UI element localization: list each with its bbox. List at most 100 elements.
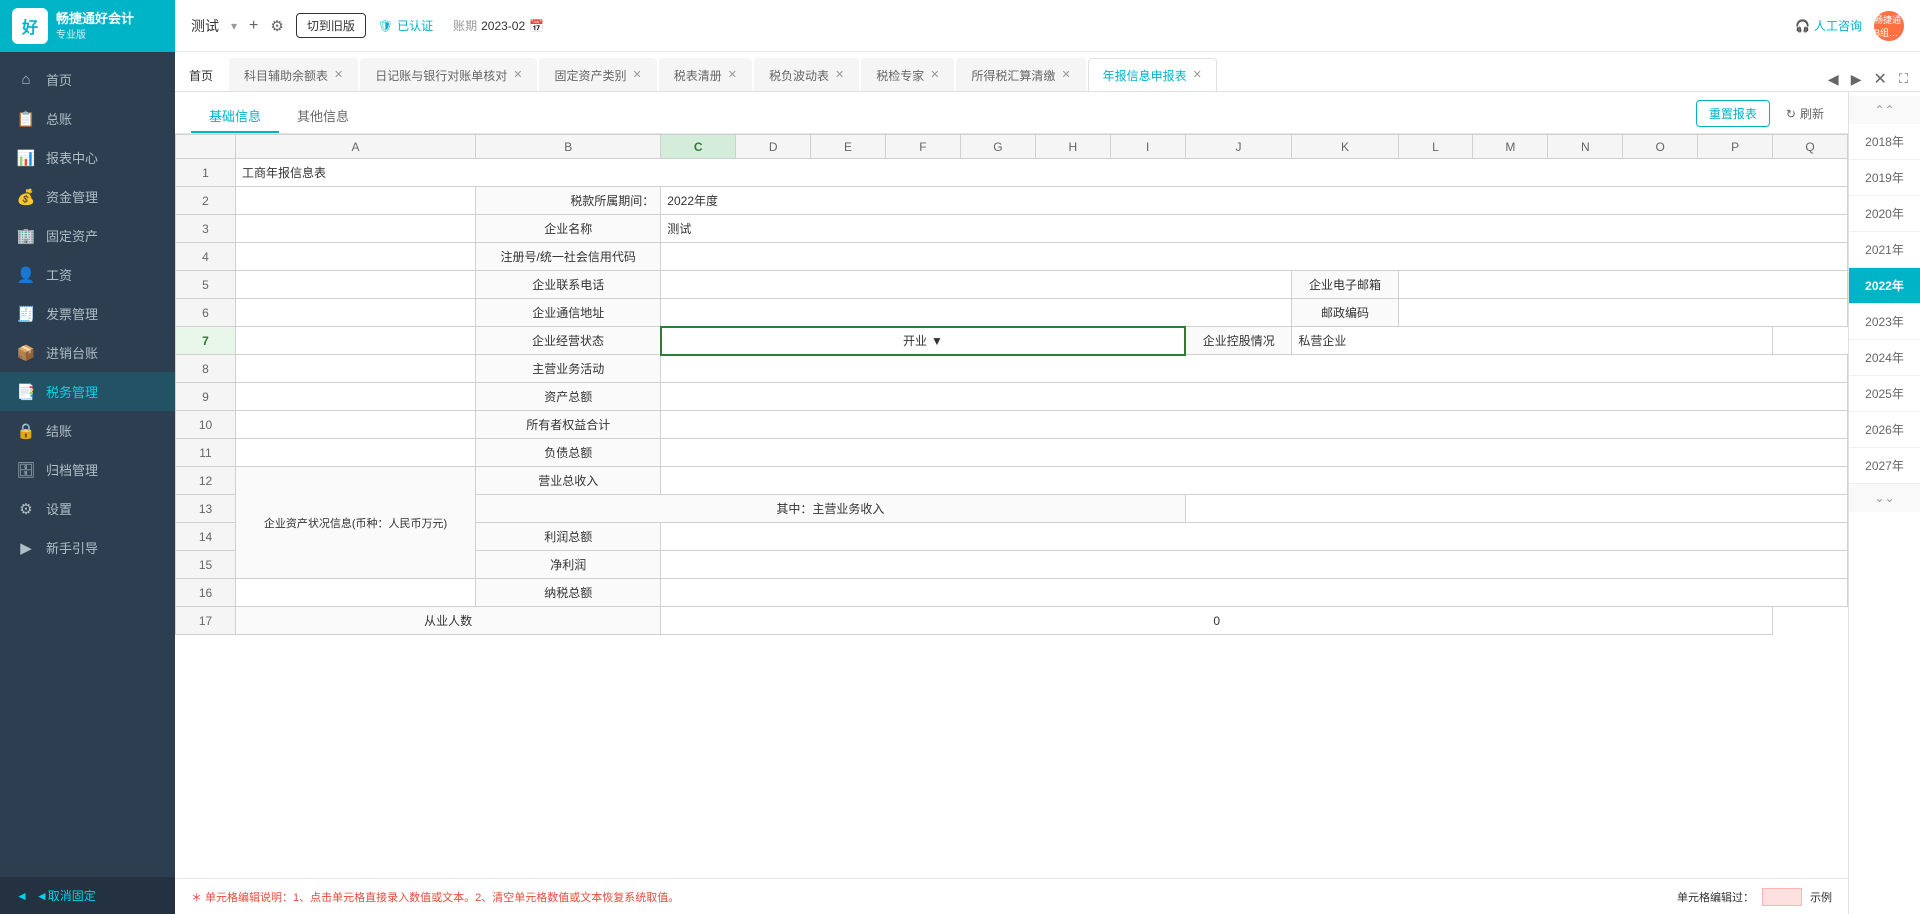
app-logo-icon: 好 [12,8,48,44]
topbar-add-button[interactable]: + [249,17,258,35]
cell-7-c-dropdown[interactable]: 开业 ▼ [661,327,1185,355]
cell-9-a[interactable] [236,383,476,411]
cell-5-c[interactable] [661,271,1292,299]
year-scroll-down-button[interactable]: ⌄ ⌄ [1849,484,1920,512]
tab-expand-button[interactable]: ⛶ [1895,69,1912,89]
sidebar-item-invoice[interactable]: 🧾 发票管理 [0,294,175,333]
year-item-2020[interactable]: 2020年 [1849,196,1920,232]
spreadsheet[interactable]: A B C D E F G H I J K L M [175,134,1848,878]
cell-5-k[interactable] [1398,271,1847,299]
cell-2-c[interactable]: 2022年度 [661,187,1848,215]
cell-4-a[interactable] [236,243,476,271]
cell-14-c[interactable] [661,523,1848,551]
tab-tax-form[interactable]: 税表清册 ✕ [659,58,752,92]
sidebar-item-close[interactable]: 🔒 结账 [0,411,175,450]
year-scroll-up-button[interactable]: ⌃ ⌃ [1849,96,1920,124]
subtab-other[interactable]: 其他信息 [279,100,367,133]
tab-annual-report[interactable]: 年报信息申报表 ✕ [1088,58,1217,92]
tab-close-fixed-assets[interactable]: ✕ [633,70,642,81]
cell-9-c[interactable] [661,383,1848,411]
col-header-e: E [811,135,886,159]
sidebar-item-wages[interactable]: 👤 工资 [0,255,175,294]
year-item-2027[interactable]: 2027年 [1849,448,1920,484]
year-item-2018[interactable]: 2018年 [1849,124,1920,160]
cell-8-a[interactable] [236,355,476,383]
year-item-2021[interactable]: 2021年 [1849,232,1920,268]
tab-close-tax-form[interactable]: ✕ [728,70,737,81]
switch-old-version-button[interactable]: 切到旧版 [296,13,366,38]
row-num-3: 3 [176,215,236,243]
cell-3-a[interactable] [236,215,476,243]
cell-16-a[interactable] [236,579,476,607]
cell-4-c[interactable] [661,243,1848,271]
cell-10-c[interactable] [661,411,1848,439]
tab-prev-button[interactable]: ◀ [1824,69,1843,90]
year-item-2022[interactable]: 2022年 [1849,268,1920,304]
tab-aux-balance[interactable]: 科目辅助余额表 ✕ [229,58,358,92]
cell-11-a[interactable] [236,439,476,467]
sidebar-item-capital[interactable]: 💰 资金管理 [0,177,175,216]
topbar-settings-button[interactable]: ⚙ [270,17,283,35]
year-item-2026[interactable]: 2026年 [1849,412,1920,448]
cell-12-c[interactable] [661,467,1848,495]
cell-8-c[interactable] [661,355,1848,383]
cell-6-a[interactable] [236,299,476,327]
tab-close-all-button[interactable]: ✕ [1869,67,1890,91]
cell-15-c[interactable] [661,551,1848,579]
sidebar-item-reports[interactable]: 📊 报表中心 [0,138,175,177]
user-menu[interactable]: 畅捷通B组… [1874,11,1904,41]
service-button[interactable]: 🎧 人工咨询 [1795,17,1862,34]
cell-5-a[interactable] [236,271,476,299]
business-status-dropdown[interactable]: 开业 ▼ [668,330,1178,352]
cell-6-c[interactable] [661,299,1292,327]
cell-16-c[interactable] [661,579,1848,607]
app-logo-text: 畅捷通好会计 专业版 [56,11,134,42]
row-num-17: 17 [176,607,236,635]
cell-13-j[interactable] [1185,495,1847,523]
tab-close-tax-fluctuation[interactable]: ✕ [835,70,844,81]
sidebar-item-guide[interactable]: ▶ 新手引导 [0,528,175,567]
cell-11-c[interactable] [661,439,1848,467]
sidebar-item-assets[interactable]: 🏢 固定资产 [0,216,175,255]
sidebar-item-purchase[interactable]: 📦 进销台账 [0,333,175,372]
cell-7-a[interactable] [236,327,476,355]
sidebar-item-ledger[interactable]: 📋 总账 [0,99,175,138]
sidebar-item-home[interactable]: ⌂ 首页 [0,60,175,99]
tab-close-tax-expert[interactable]: ✕ [930,70,939,81]
tab-fixed-assets[interactable]: 固定资产类别 ✕ [539,58,656,92]
tab-close-aux-balance[interactable]: ✕ [334,70,343,81]
sidebar-item-settings[interactable]: ⚙ 设置 [0,489,175,528]
col-header-b: B [476,135,661,159]
year-item-2024[interactable]: 2024年 [1849,340,1920,376]
calendar-icon[interactable]: 📅 [529,19,544,33]
subtab-basic[interactable]: 基础信息 [191,100,279,133]
refresh-button[interactable]: ↻ 刷新 [1778,101,1832,126]
tab-close-journal[interactable]: ✕ [513,70,522,81]
tab-close-annual-report[interactable]: ✕ [1193,70,1202,81]
tab-close-income-tax[interactable]: ✕ [1061,70,1070,81]
cell-2-a[interactable] [236,187,476,215]
sidebar-item-archive[interactable]: 🗄 归档管理 [0,450,175,489]
topbar-dropdown-icon[interactable]: ▾ [231,19,237,33]
cell-17-c[interactable]: 0 [661,607,1773,635]
cell-1-title[interactable]: 工商年报信息表 [236,159,1848,187]
tab-tax-expert[interactable]: 税检专家 ✕ [861,58,954,92]
sidebar-item-tax[interactable]: 📑 税务管理 [0,372,175,411]
year-item-2019[interactable]: 2019年 [1849,160,1920,196]
tab-home[interactable]: 首页 [175,58,227,92]
period-display: 账期 2023-02 📅 [453,17,544,34]
reset-report-button[interactable]: 重置报表 [1696,100,1770,127]
sidebar-unpin-button[interactable]: ◄ ◄取消固定 [0,877,175,914]
tab-tax-fluctuation[interactable]: 税负波动表 ✕ [754,58,859,92]
tab-next-button[interactable]: ▶ [1847,69,1866,90]
tab-journal[interactable]: 日记账与银行对账单核对 ✕ [360,58,537,92]
col-header-k: K [1292,135,1398,159]
cell-6-k[interactable] [1398,299,1847,327]
year-item-2025[interactable]: 2025年 [1849,376,1920,412]
year-item-2023[interactable]: 2023年 [1849,304,1920,340]
cell-3-c[interactable]: 测试 [661,215,1848,243]
cell-10-a[interactable] [236,411,476,439]
col-header-h: H [1035,135,1110,159]
tab-income-tax[interactable]: 所得税汇算清缴 ✕ [956,58,1085,92]
cell-7-k[interactable]: 私营企业 [1292,327,1773,355]
